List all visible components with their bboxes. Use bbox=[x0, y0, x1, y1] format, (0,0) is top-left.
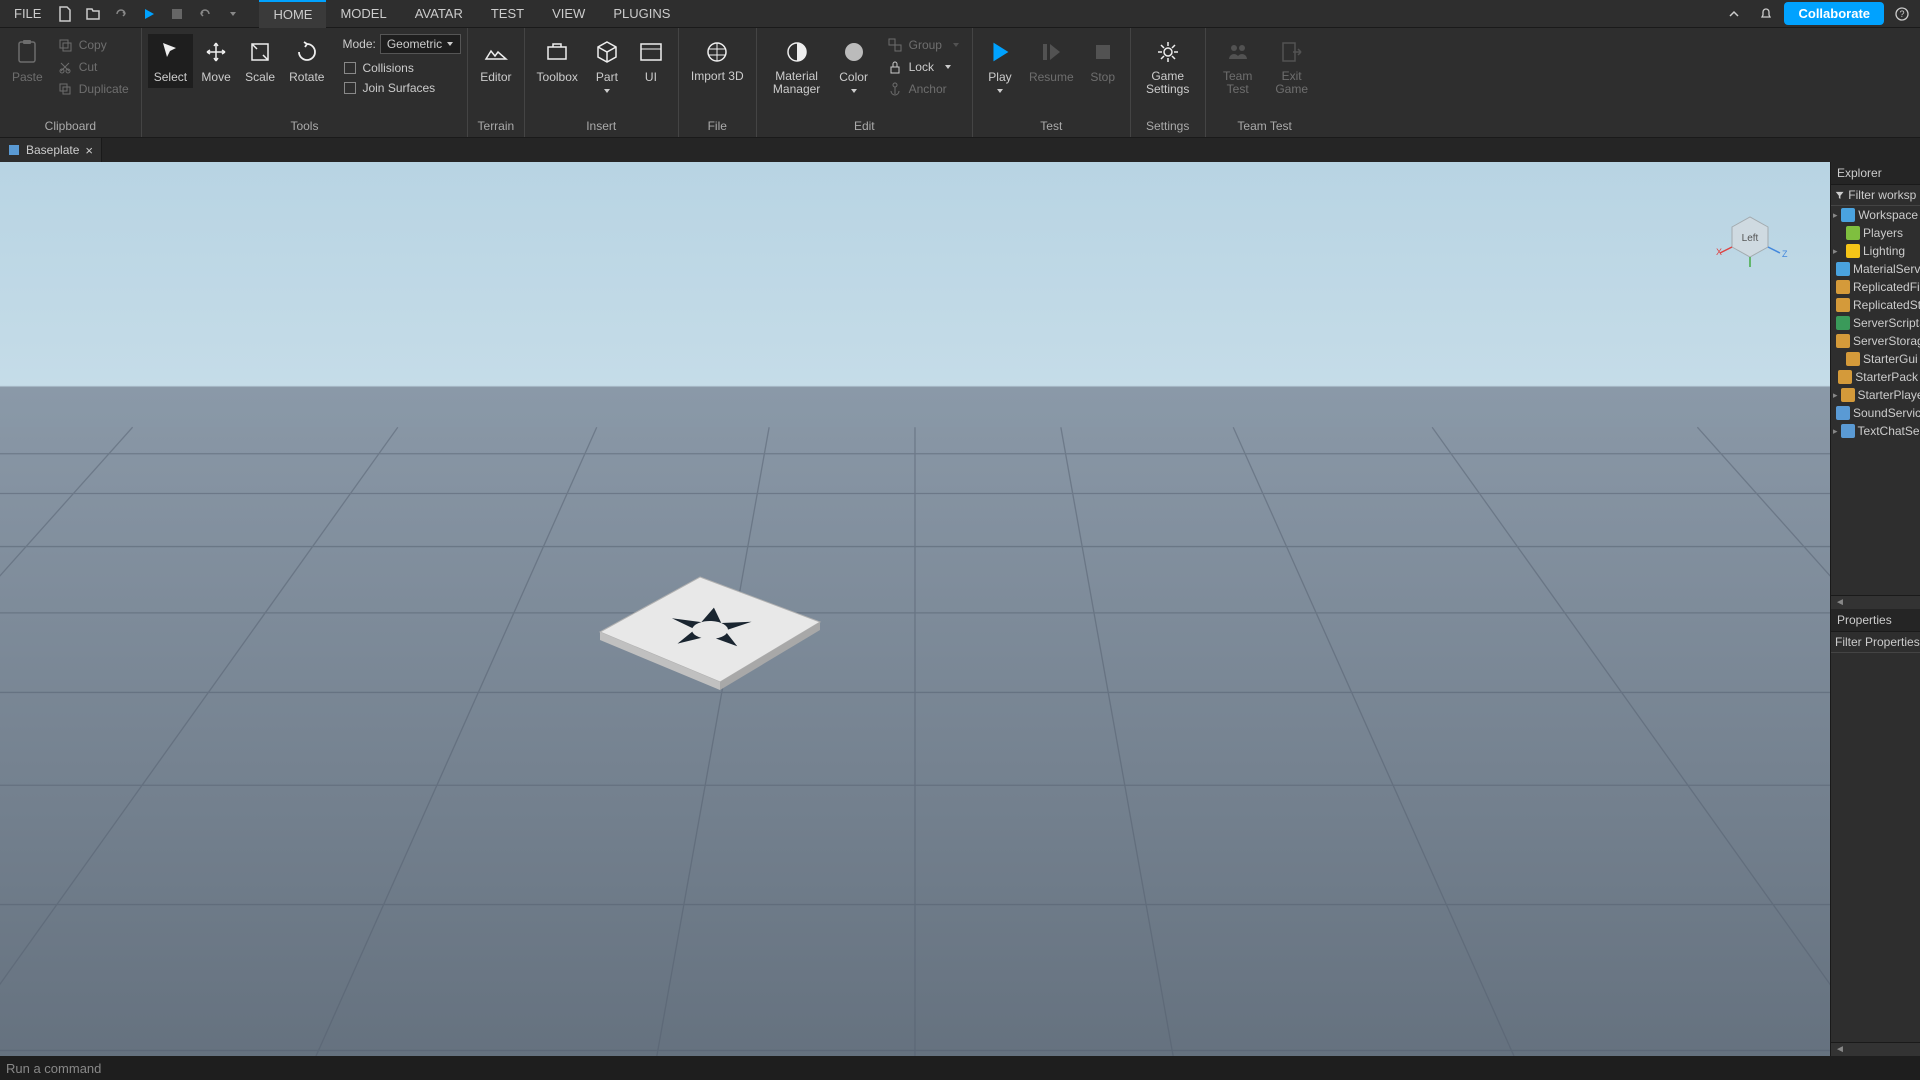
team-test-button: Team Test bbox=[1212, 34, 1264, 100]
tab-plugins[interactable]: PLUGINS bbox=[599, 0, 684, 28]
svg-text:Left: Left bbox=[1742, 233, 1759, 244]
terrain-editor-button[interactable]: Editor bbox=[474, 34, 517, 88]
menu-bar: FILE HOME MODEL AVATAR TEST VIEW PLUGINS… bbox=[0, 0, 1920, 28]
stop-quick-icon[interactable] bbox=[165, 2, 189, 26]
clipboard-label: Clipboard bbox=[6, 119, 135, 135]
play-button[interactable]: Play bbox=[979, 34, 1021, 98]
group-test: Play Resume Stop Test bbox=[973, 28, 1131, 137]
redo-icon[interactable] bbox=[109, 2, 133, 26]
tree-item[interactable]: ▸Lighting bbox=[1831, 242, 1920, 260]
tree-item[interactable]: StarterGui bbox=[1831, 350, 1920, 368]
stop-button: Stop bbox=[1082, 34, 1124, 88]
properties-body bbox=[1831, 653, 1920, 1042]
color-button[interactable]: Color bbox=[833, 34, 875, 98]
scale-button[interactable]: Scale bbox=[239, 34, 281, 88]
explorer-tree[interactable]: ▸WorkspacePlayers▸LightingMaterialServic… bbox=[1831, 206, 1920, 595]
part-button[interactable]: Part bbox=[586, 34, 628, 98]
tree-item[interactable]: ▸TextChatService bbox=[1831, 422, 1920, 440]
spawn-location[interactable] bbox=[590, 572, 830, 692]
tab-view[interactable]: VIEW bbox=[538, 0, 599, 28]
anchor-button: Anchor bbox=[881, 78, 966, 100]
play-quick-icon[interactable] bbox=[137, 2, 161, 26]
document-tab-bar: Baseplate × bbox=[0, 138, 1920, 162]
tree-item[interactable]: SoundService bbox=[1831, 404, 1920, 422]
group-insert: Toolbox Part UI Insert bbox=[525, 28, 679, 137]
group-teamtest: Team Test Exit Game Team Test bbox=[1206, 28, 1324, 137]
rotate-button[interactable]: Rotate bbox=[283, 34, 330, 88]
tree-item[interactable]: Players bbox=[1831, 224, 1920, 242]
toolbox-button[interactable]: Toolbox bbox=[531, 34, 584, 88]
main-area: Left X Z Explorer Filter workspace ▸Work… bbox=[0, 162, 1920, 1056]
properties-filter[interactable]: Filter Properties bbox=[1831, 632, 1920, 653]
group-tools: Select Move Scale Rotate Mode: Geometric… bbox=[142, 28, 468, 137]
group-button: Group bbox=[881, 34, 966, 56]
explorer-filter[interactable]: Filter workspace bbox=[1831, 185, 1920, 206]
ribbon: Paste Copy Cut Duplicate Clipboard Selec… bbox=[0, 28, 1920, 138]
tree-item[interactable]: MaterialService bbox=[1831, 260, 1920, 278]
new-file-icon[interactable] bbox=[53, 2, 77, 26]
file-menu[interactable]: FILE bbox=[4, 0, 51, 27]
svg-text:Z: Z bbox=[1782, 249, 1788, 259]
select-button[interactable]: Select bbox=[148, 34, 193, 88]
copy-button: Copy bbox=[51, 34, 135, 56]
document-tab[interactable]: Baseplate × bbox=[0, 138, 102, 162]
ground-plane bbox=[0, 162, 1830, 1056]
tab-home[interactable]: HOME bbox=[259, 0, 326, 28]
resume-button: Resume bbox=[1023, 34, 1080, 88]
place-icon bbox=[8, 144, 20, 156]
svg-text:X: X bbox=[1716, 247, 1722, 257]
duplicate-button: Duplicate bbox=[51, 78, 135, 100]
tree-item[interactable]: ReplicatedStorage bbox=[1831, 296, 1920, 314]
tree-item[interactable]: ReplicatedFirst bbox=[1831, 278, 1920, 296]
import-3d-button[interactable]: Import 3D bbox=[685, 34, 750, 87]
game-settings-button[interactable]: Game Settings bbox=[1137, 34, 1199, 100]
paste-button: Paste bbox=[6, 34, 49, 88]
svg-text:?: ? bbox=[1899, 9, 1904, 19]
mode-row: Mode: Geometric bbox=[338, 34, 461, 54]
lock-button[interactable]: Lock bbox=[881, 56, 966, 78]
right-panels: Explorer Filter workspace ▸WorkspacePlay… bbox=[1830, 162, 1920, 1056]
mode-dropdown[interactable]: Geometric bbox=[380, 34, 461, 54]
undo-icon[interactable] bbox=[193, 2, 217, 26]
exit-game-button: Exit Game bbox=[1266, 34, 1318, 100]
dropdown-quick-icon[interactable] bbox=[221, 2, 245, 26]
group-file: Import 3D File bbox=[679, 28, 757, 137]
filter-icon bbox=[1835, 189, 1844, 201]
move-button[interactable]: Move bbox=[195, 34, 237, 88]
material-manager-button[interactable]: Material Manager bbox=[763, 34, 831, 100]
notifications-icon[interactable] bbox=[1754, 2, 1778, 26]
properties-header[interactable]: Properties bbox=[1831, 609, 1920, 632]
close-tab-icon[interactable]: × bbox=[85, 143, 93, 158]
group-edit: Material Manager Color Group Lock Anchor… bbox=[757, 28, 973, 137]
tree-item[interactable]: StarterPack bbox=[1831, 368, 1920, 386]
tab-avatar[interactable]: AVATAR bbox=[401, 0, 477, 28]
viewport-3d[interactable]: Left X Z bbox=[0, 162, 1830, 1056]
ui-button[interactable]: UI bbox=[630, 34, 672, 88]
command-bar[interactable]: Run a command bbox=[0, 1056, 1920, 1080]
tree-item[interactable]: ServerScriptService bbox=[1831, 314, 1920, 332]
tree-item[interactable]: ▸Workspace bbox=[1831, 206, 1920, 224]
ribbon-tabs: HOME MODEL AVATAR TEST VIEW PLUGINS bbox=[259, 0, 684, 28]
tab-test[interactable]: TEST bbox=[477, 0, 538, 28]
explorer-header[interactable]: Explorer bbox=[1831, 162, 1920, 185]
join-surfaces-checkbox[interactable]: Join Surfaces bbox=[338, 78, 461, 98]
tree-item[interactable]: ServerStorage bbox=[1831, 332, 1920, 350]
tab-model[interactable]: MODEL bbox=[326, 0, 400, 28]
view-selector-gizmo[interactable]: Left X Z bbox=[1710, 202, 1790, 282]
explorer-collapse[interactable]: ◄ bbox=[1831, 595, 1920, 609]
group-terrain: Editor Terrain bbox=[468, 28, 524, 137]
collapse-ribbon-icon[interactable] bbox=[1722, 2, 1746, 26]
tree-item[interactable]: ▸StarterPlayer bbox=[1831, 386, 1920, 404]
open-file-icon[interactable] bbox=[81, 2, 105, 26]
collaborate-button[interactable]: Collaborate bbox=[1784, 2, 1884, 25]
group-clipboard: Paste Copy Cut Duplicate Clipboard bbox=[0, 28, 142, 137]
group-settings: Game Settings Settings bbox=[1131, 28, 1206, 137]
paste-label: Paste bbox=[12, 70, 43, 84]
properties-collapse[interactable]: ◄ bbox=[1831, 1042, 1920, 1056]
collisions-checkbox[interactable]: Collisions bbox=[338, 58, 461, 78]
help-icon[interactable]: ? bbox=[1890, 2, 1914, 26]
cut-button: Cut bbox=[51, 56, 135, 78]
